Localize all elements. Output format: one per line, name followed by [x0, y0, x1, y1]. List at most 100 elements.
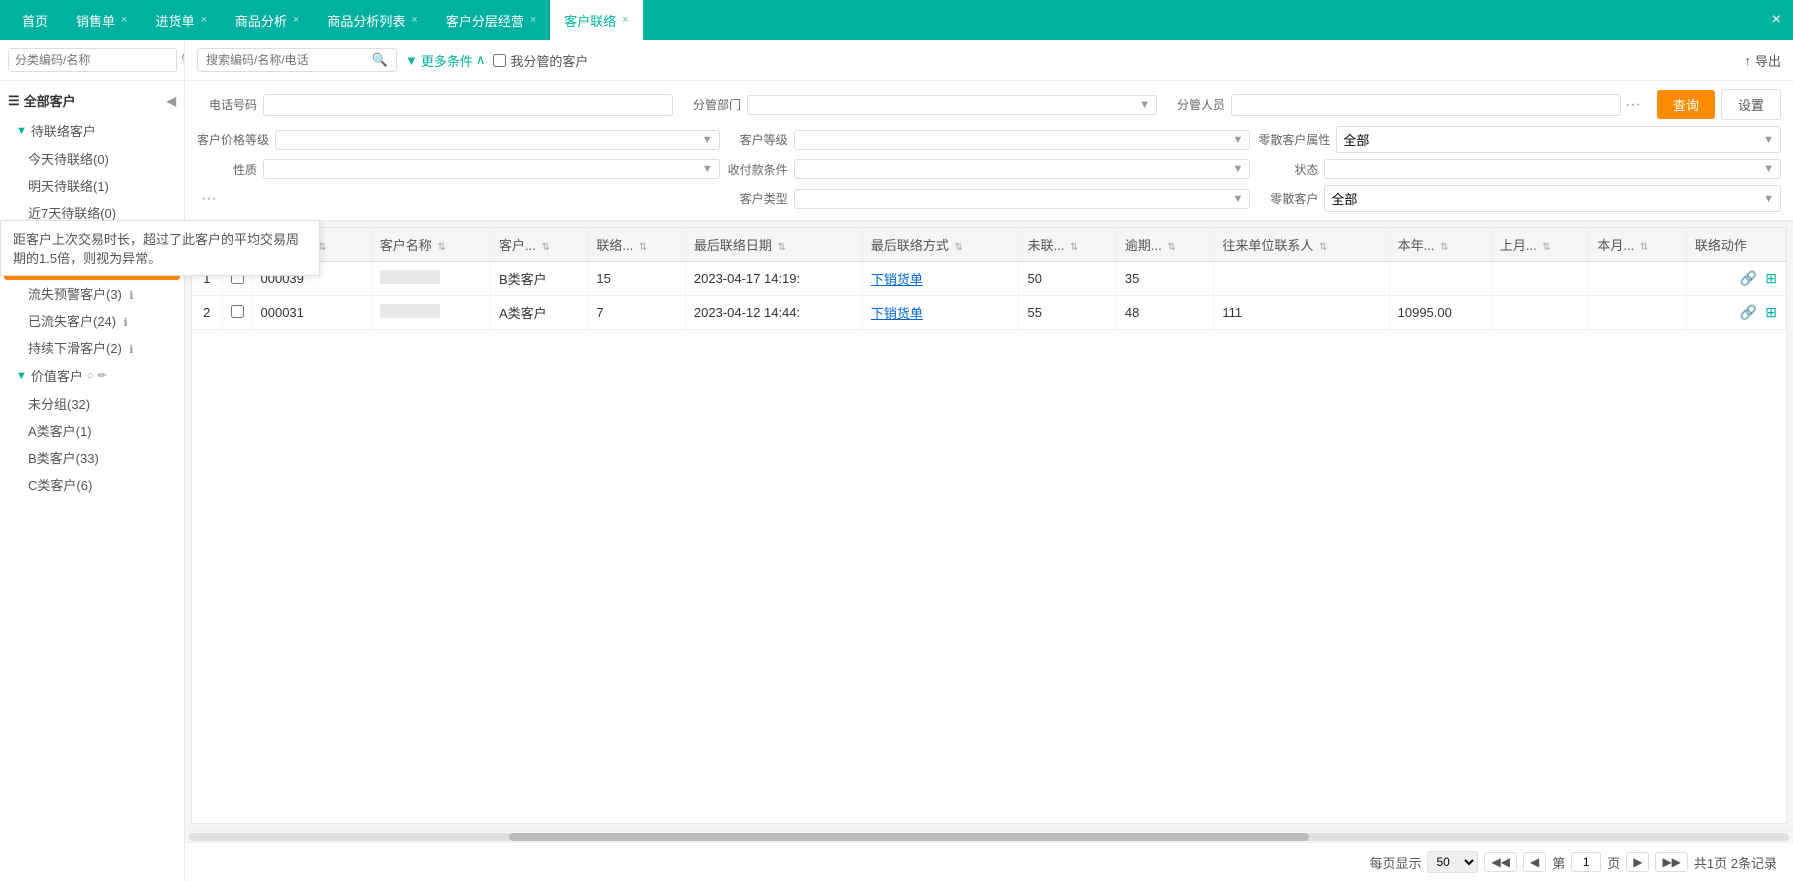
nature-select[interactable]: ▼ [263, 159, 720, 179]
phone-input[interactable] [263, 94, 673, 116]
close-purchase-tab[interactable]: × [200, 14, 206, 26]
close-customer-tier-tab[interactable]: × [530, 14, 536, 26]
settings-button[interactable]: 设置 [1721, 89, 1781, 120]
sidebar-search-input[interactable] [8, 48, 177, 72]
sort-icon-name[interactable]: ⇅ [437, 242, 445, 253]
sidebar-tree: ☰ 全部客户 ◀ ▼ 待联络客户 今天待联络(0) 明天待联络(1) 近7天待联… [0, 81, 184, 881]
nav-sales[interactable]: 销售单 × [62, 0, 141, 40]
department-select[interactable]: ▼ [747, 95, 1157, 115]
my-customers-filter[interactable]: 我分管的客户 [493, 51, 588, 70]
sort-icon-date[interactable]: ⇅ [778, 242, 786, 253]
sidebar-collapse-btn[interactable]: ◀ [167, 94, 176, 108]
retail-customer-select[interactable]: 全部 ▼ [1324, 185, 1781, 212]
next-page-btn[interactable]: ▶ [1626, 852, 1649, 872]
status-select[interactable]: ▼ [1324, 159, 1781, 179]
row-link-icon-2[interactable]: 🔗 [1740, 304, 1757, 321]
horizontal-scrollbar[interactable] [185, 830, 1793, 842]
row-uncontacted-2: 55 [1019, 296, 1116, 330]
search-icon[interactable]: 🔍 [372, 52, 388, 68]
nav-home[interactable]: 首页 [8, 0, 62, 40]
last-method-link-2[interactable]: 下销货单 [871, 306, 923, 321]
pending-group[interactable]: ▼ 待联络客户 [0, 116, 184, 145]
per-page-select[interactable]: 50 20 100 [1427, 851, 1478, 873]
nav-product-analysis[interactable]: 商品分析 × [221, 0, 313, 40]
sort-icon-uncontacted[interactable]: ⇅ [1070, 242, 1078, 253]
payment-label: 收付款条件 [728, 161, 788, 178]
filter-actions: 查询 设置 [1657, 89, 1781, 120]
nav-customer-contact[interactable]: 客户联络 × [550, 0, 642, 40]
all-customers-header[interactable]: ☰ 全部客户 ◀ [0, 85, 184, 116]
last-page-btn[interactable]: ▶▶ [1655, 852, 1687, 872]
sort-icon-method[interactable]: ⇅ [955, 242, 963, 253]
export-button[interactable]: ↑ 导出 [1744, 51, 1781, 70]
page-input[interactable] [1571, 852, 1601, 872]
row-link-icon-1[interactable]: 🔗 [1740, 270, 1757, 287]
filter-row-3: 性质 ▼ 收付款条件 ▼ 状态 [197, 159, 1781, 179]
sidebar-item-lost[interactable]: 已流失客户(24) ℹ [0, 307, 184, 334]
row-grid-icon-2[interactable]: ⊞ [1765, 304, 1777, 321]
row-checkbox-2[interactable] [231, 305, 244, 318]
sort-icon-thismonth[interactable]: ⇅ [1640, 242, 1648, 253]
close-product-analysis-list-tab[interactable]: × [411, 14, 417, 26]
page-unit: 页 [1607, 853, 1620, 872]
sidebar-item-c-class[interactable]: C类客户(6) [0, 471, 184, 498]
prev-page-btn[interactable]: ◀ [1523, 852, 1546, 872]
nav-product-analysis-list[interactable]: 商品分析列表 × [313, 0, 431, 40]
row-person-2: 111 [1214, 296, 1389, 330]
phone-label: 电话号码 [197, 96, 257, 113]
sidebar-item-b-class[interactable]: B类客户(33) [0, 444, 184, 471]
edit-value-group-icon[interactable]: ○ [87, 370, 94, 382]
row-overdue-2: 48 [1116, 296, 1213, 330]
sidebar-item-tomorrow-pending[interactable]: 明天待联络(1) [0, 172, 184, 199]
more-conditions-btn[interactable]: ▼ 更多条件 ∧ [405, 51, 485, 70]
col-last-contact-method: 最后联络方式 ⇅ [862, 228, 1019, 262]
customer-type-select[interactable]: ▼ [794, 189, 1251, 209]
payment-select[interactable]: ▼ [794, 159, 1251, 179]
col-customer-type: 客户... ⇅ [490, 228, 587, 262]
sidebar-item-a-class[interactable]: A类客户(1) [0, 417, 184, 444]
my-customers-checkbox[interactable] [493, 54, 506, 67]
sidebar-item-declining[interactable]: 持续下滑客户(2) ℹ [0, 334, 184, 361]
customer-grade-select[interactable]: ▼ [794, 130, 1251, 150]
sort-icon-overdue[interactable]: ⇅ [1167, 242, 1175, 253]
sort-icon-contact[interactable]: ⇅ [639, 242, 647, 253]
row-last-date-1: 2023-04-17 14:19: [685, 262, 862, 296]
row-year-1 [1389, 262, 1491, 296]
row-grid-icon-1[interactable]: ⊞ [1765, 270, 1777, 287]
col-this-month: 本月... ⇅ [1589, 228, 1686, 262]
status-field: 状态 ▼ [1258, 159, 1781, 179]
manager-input[interactable] [1231, 94, 1621, 116]
search-input[interactable] [206, 53, 372, 67]
customer-grade-field: 客户等级 ▼ [728, 130, 1251, 150]
close-product-analysis-tab[interactable]: × [293, 14, 299, 26]
window-close-button[interactable]: × [1772, 11, 1781, 29]
sort-icon-year[interactable]: ⇅ [1440, 242, 1448, 253]
price-grade-select[interactable]: ▼ [275, 130, 720, 150]
manager-more-btn[interactable]: ··· [1625, 96, 1641, 114]
sidebar-item-ungrouped[interactable]: 未分组(32) [0, 390, 184, 417]
sort-icon-type[interactable]: ⇅ [541, 242, 549, 253]
retail-attr-select[interactable]: 全部 ▼ [1336, 126, 1781, 153]
page-label: 第 [1552, 853, 1565, 872]
close-sales-tab[interactable]: × [121, 14, 127, 26]
last-method-link-1[interactable]: 下销货单 [871, 272, 923, 287]
first-page-btn[interactable]: ◀◀ [1484, 852, 1516, 872]
close-customer-contact-tab[interactable]: × [622, 14, 628, 26]
row4-more-btn[interactable]: ··· [201, 190, 217, 208]
sidebar-item-lostwarning[interactable]: 流失预警客户(3) ℹ [0, 280, 184, 307]
sidebar-item-today-pending[interactable]: 今天待联络(0) [0, 145, 184, 172]
col-contact-num: 联络... ⇅ [588, 228, 685, 262]
query-button[interactable]: 查询 [1657, 90, 1715, 119]
nav-purchase[interactable]: 进货单 × [141, 0, 220, 40]
edit-icon[interactable]: ✏ [98, 369, 107, 382]
value-customers-section[interactable]: ▼ 价值客户 ○ ✏ [0, 361, 184, 390]
nav-customer-tier[interactable]: 客户分层经营 × [432, 0, 550, 40]
sort-icon-person[interactable]: ⇅ [1319, 242, 1327, 253]
col-overdue: 逾期... ⇅ [1116, 228, 1213, 262]
scroll-thumb[interactable] [509, 833, 1309, 841]
info-icon-lost: ℹ [123, 317, 127, 329]
info-icon-lost-warning: ℹ [129, 290, 133, 302]
sort-icon-lastmonth[interactable]: ⇅ [1542, 242, 1550, 253]
chevron-icon: ∧ [476, 52, 486, 68]
department-label: 分管部门 [681, 96, 741, 113]
